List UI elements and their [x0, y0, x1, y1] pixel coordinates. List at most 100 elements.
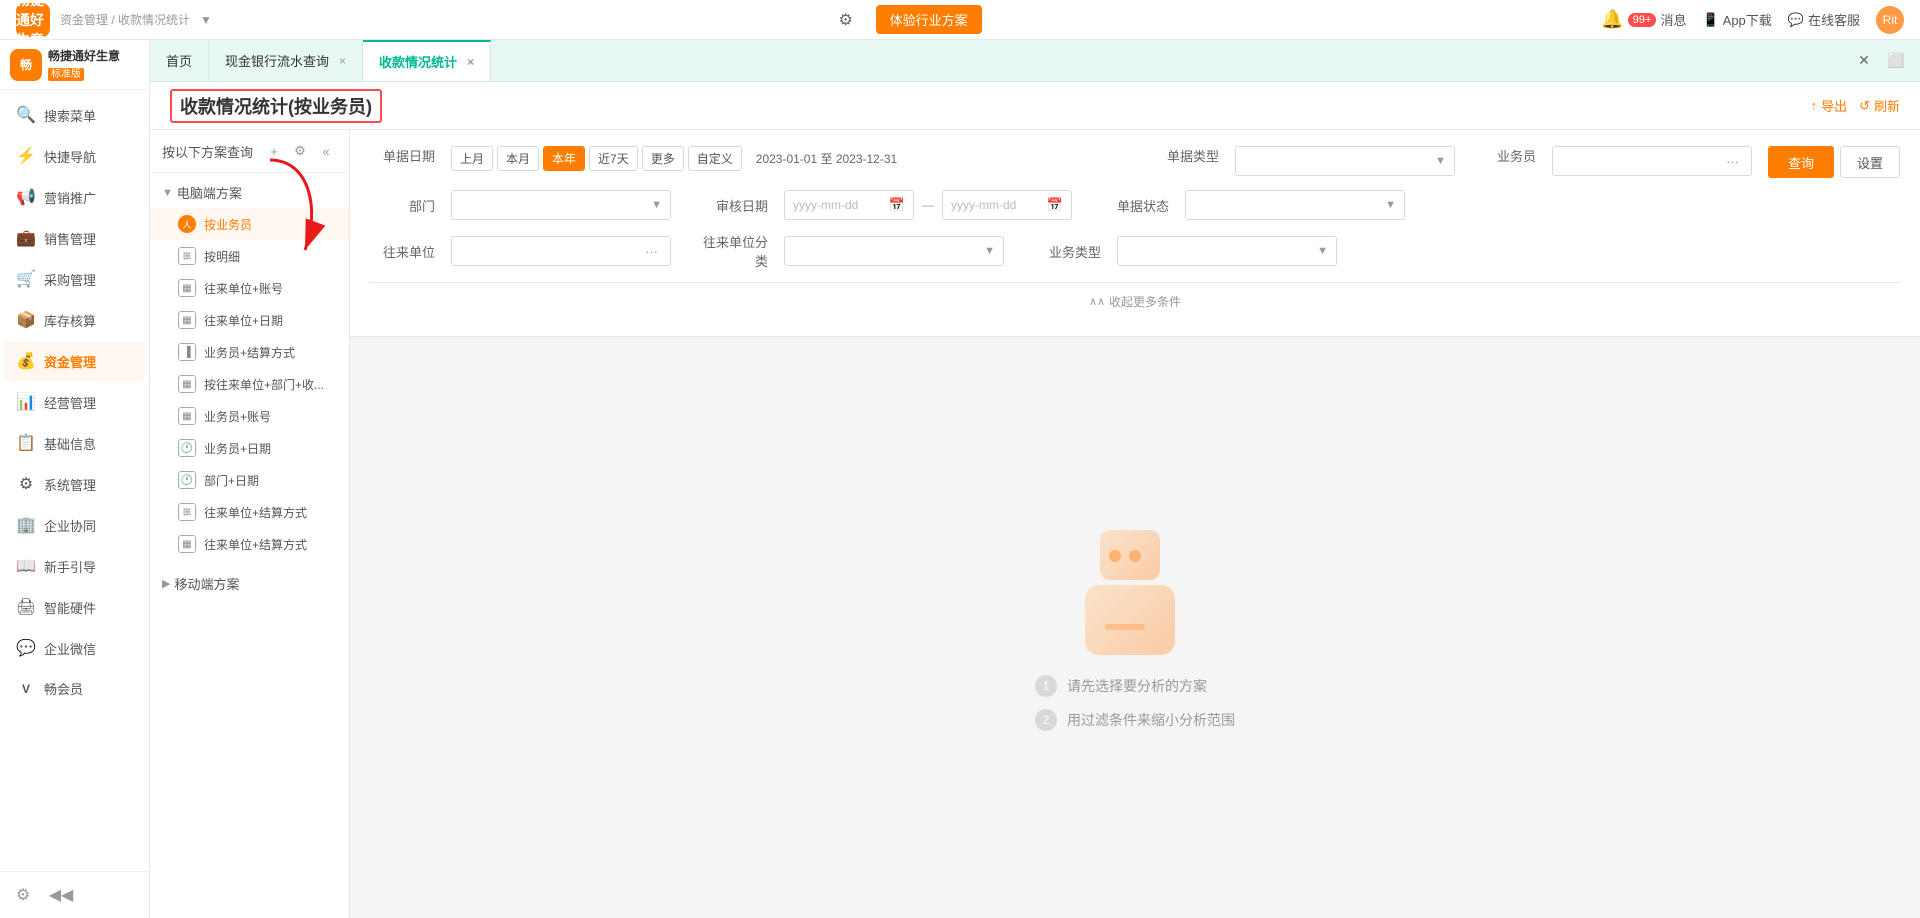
step-2-number: 2 — [1035, 709, 1057, 731]
add-scheme-button[interactable]: + — [263, 140, 285, 162]
scheme-item-unit-date[interactable]: ▦ 往来单位+日期 — [150, 304, 349, 336]
tab-collection-stats-close[interactable]: × — [467, 55, 474, 69]
scheme-item-salesperson-settlement[interactable]: ▐ 业务员+结算方式 — [150, 336, 349, 368]
breadcrumb: 资金管理 / 收款情况统计 — [60, 11, 190, 28]
tab-bank-flow[interactable]: 现金银行流水查询 × — [209, 40, 363, 81]
date-separator: — — [922, 198, 934, 212]
dept-select[interactable]: ▼ — [451, 190, 671, 220]
tab-home-label: 首页 — [166, 51, 192, 70]
sidebar-item-smart-hardware[interactable]: 🖨 智能硬件 — [4, 587, 145, 627]
sidebar-item-inventory[interactable]: 📦 库存核算 — [4, 300, 145, 340]
scheme-item-dept-date[interactable]: 🕐 部门+日期 — [150, 464, 349, 496]
scheme-item-salesperson-date[interactable]: 🕐 业务员+日期 — [150, 432, 349, 464]
system-icon: ⚙ — [16, 474, 36, 494]
unit-account-scheme-icon: ▦ — [178, 279, 196, 297]
filter-settings-button[interactable]: 设置 — [1840, 146, 1900, 178]
close-all-tabs-icon[interactable]: ✕ — [1852, 49, 1876, 73]
scheme-panel-label: 按以下方案查询 — [162, 142, 257, 161]
dept-date-scheme-icon: 🕐 — [178, 471, 196, 489]
chevron-down-icon[interactable]: ▼ — [200, 13, 212, 27]
query-button[interactable]: 查询 — [1768, 146, 1834, 178]
review-date-end[interactable]: yyyy-mm-dd 📅 — [942, 190, 1072, 220]
tab-collection-stats[interactable]: 收款情况统计 × — [363, 40, 491, 81]
maximize-icon[interactable]: ⬜ — [1884, 49, 1908, 73]
sidebar-item-enterprise-wechat[interactable]: 💬 企业微信 — [4, 628, 145, 668]
partner-category-select[interactable]: ▼ — [784, 236, 1004, 266]
collapse-filter-button[interactable]: ∧∧ 收起更多条件 — [370, 282, 1900, 320]
collapse-scheme-panel-icon[interactable]: « — [315, 140, 337, 162]
sidebar-item-sales[interactable]: 💼 销售管理 — [4, 218, 145, 258]
unit-settlement2-scheme-icon: ▦ — [178, 535, 196, 553]
scheme-item-salesperson-account[interactable]: ▦ 业务员+账号 — [150, 400, 349, 432]
chevron-right-scheme-icon: ▶ — [162, 577, 170, 590]
sidebar-item-quick-nav[interactable]: ⚡ 快捷导航 — [4, 136, 145, 176]
sidebar-item-system[interactable]: ⚙ 系统管理 — [4, 464, 145, 504]
salesperson-settlement-scheme-icon: ▐ — [178, 343, 196, 361]
scheme-settings-icon[interactable]: ⚙ — [289, 140, 311, 162]
partner-select[interactable]: ··· — [451, 236, 671, 266]
sidebar-item-enterprise[interactable]: 🏢 企业协同 — [4, 505, 145, 545]
doc-status-label: 单据状态 — [1104, 196, 1169, 215]
partner-more-icon: ··· — [641, 244, 662, 259]
refresh-button[interactable]: ↺ 刷新 — [1859, 96, 1900, 115]
partner-category-chevron-down-icon: ▼ — [984, 245, 995, 257]
tab-bank-flow-label: 现金银行流水查询 — [225, 51, 329, 70]
scheme-item-unit-settlement2[interactable]: ▦ 往来单位+结算方式 — [150, 528, 349, 560]
sidebar-item-guide[interactable]: 📖 新手引导 — [4, 546, 145, 586]
export-button[interactable]: ↑ 导出 — [1811, 96, 1848, 115]
sidebar-item-search[interactable]: 🔍 搜索菜单 — [4, 95, 145, 135]
sidebar-item-finance[interactable]: 💰 资金管理 — [4, 341, 145, 381]
salesperson-scheme-icon: 人 — [178, 215, 196, 233]
sidebar-logo: 畅 畅捷通好生意 标准版 — [0, 40, 149, 90]
partner-category-label: 往来单位分类 — [703, 232, 768, 270]
scheme-item-by-salesperson[interactable]: 人 按业务员 — [150, 208, 349, 240]
doc-status-select[interactable]: ▼ — [1185, 190, 1405, 220]
review-date-start[interactable]: yyyy-mm-dd 📅 — [784, 190, 914, 220]
sidebar-item-member[interactable]: V 畅会员 — [4, 669, 145, 708]
date-custom-btn[interactable]: 自定义 — [688, 146, 742, 171]
sales-icon: 💼 — [16, 228, 36, 248]
scheme-group-desktop[interactable]: ▼ 电脑端方案 — [150, 177, 349, 208]
scheme-item-unit-account[interactable]: ▦ 往来单位+账号 — [150, 272, 349, 304]
settings-bottom-icon[interactable]: ⚙ — [8, 880, 38, 910]
top-brand-area: 畅捷通好生意 资金管理 / 收款情况统计 ▼ — [16, 3, 212, 37]
trial-button[interactable]: 体验行业方案 — [876, 5, 982, 34]
scheme-item-by-detail[interactable]: ⊞ 按明细 — [150, 240, 349, 272]
scheme-item-unit-dept-collection[interactable]: ▦ 按往来单位+部门+收... — [150, 368, 349, 400]
collapse-sidebar-icon[interactable]: ◀◀ — [46, 880, 76, 910]
notification-area[interactable]: 🔔 99+ 消息 — [1601, 9, 1686, 30]
scheme-group-mobile[interactable]: ▶ 移动端方案 — [150, 568, 349, 599]
tab-bank-flow-close[interactable]: × — [339, 54, 346, 68]
date-more-btn[interactable]: 更多 — [642, 146, 684, 171]
enterprise-icon: 🏢 — [16, 515, 36, 535]
calendar-start-icon: 📅 — [889, 197, 905, 213]
quick-nav-icon: ⚡ — [16, 146, 36, 166]
sidebar-item-purchase[interactable]: 🛒 采购管理 — [4, 259, 145, 299]
salesperson-select[interactable]: ··· — [1552, 146, 1752, 176]
salesperson-more-icon: ··· — [1722, 154, 1743, 169]
user-avatar[interactable]: Rit — [1876, 6, 1904, 34]
app-name: 畅捷通好生意 — [48, 47, 120, 64]
finance-icon: 💰 — [16, 351, 36, 371]
doc-type-chevron-down-icon: ▼ — [1435, 155, 1446, 167]
review-date-start-placeholder: yyyy-mm-dd — [793, 198, 858, 212]
tab-home[interactable]: 首页 — [150, 40, 209, 81]
date-last-month-btn[interactable]: 上月 — [451, 146, 493, 171]
date-this-month-btn[interactable]: 本月 — [497, 146, 539, 171]
biz-type-label: 业务类型 — [1036, 242, 1101, 261]
biz-type-select[interactable]: ▼ — [1117, 236, 1337, 266]
sidebar-item-basic-info[interactable]: 📋 基础信息 — [4, 423, 145, 463]
online-service[interactable]: 💬在线客服 — [1788, 10, 1860, 29]
app-download[interactable]: 📱App下载 — [1702, 10, 1771, 29]
sidebar-item-marketing[interactable]: 📢 营销推广 — [4, 177, 145, 217]
sidebar-item-operation[interactable]: 📊 经营管理 — [4, 382, 145, 422]
date-this-year-btn[interactable]: 本年 — [543, 146, 585, 171]
doc-type-label: 单据类型 — [1154, 146, 1219, 165]
date-last-7days-btn[interactable]: 近7天 — [589, 146, 638, 171]
doc-type-select[interactable]: ▼ — [1235, 146, 1455, 176]
unit-date-scheme-icon: ▦ — [178, 311, 196, 329]
gear-icon[interactable]: ⚙ — [832, 6, 860, 34]
scheme-item-unit-settlement1[interactable]: ⊞ 往来单位+结算方式 — [150, 496, 349, 528]
purchase-icon: 🛒 — [16, 269, 36, 289]
review-date-end-placeholder: yyyy-mm-dd — [951, 198, 1016, 212]
